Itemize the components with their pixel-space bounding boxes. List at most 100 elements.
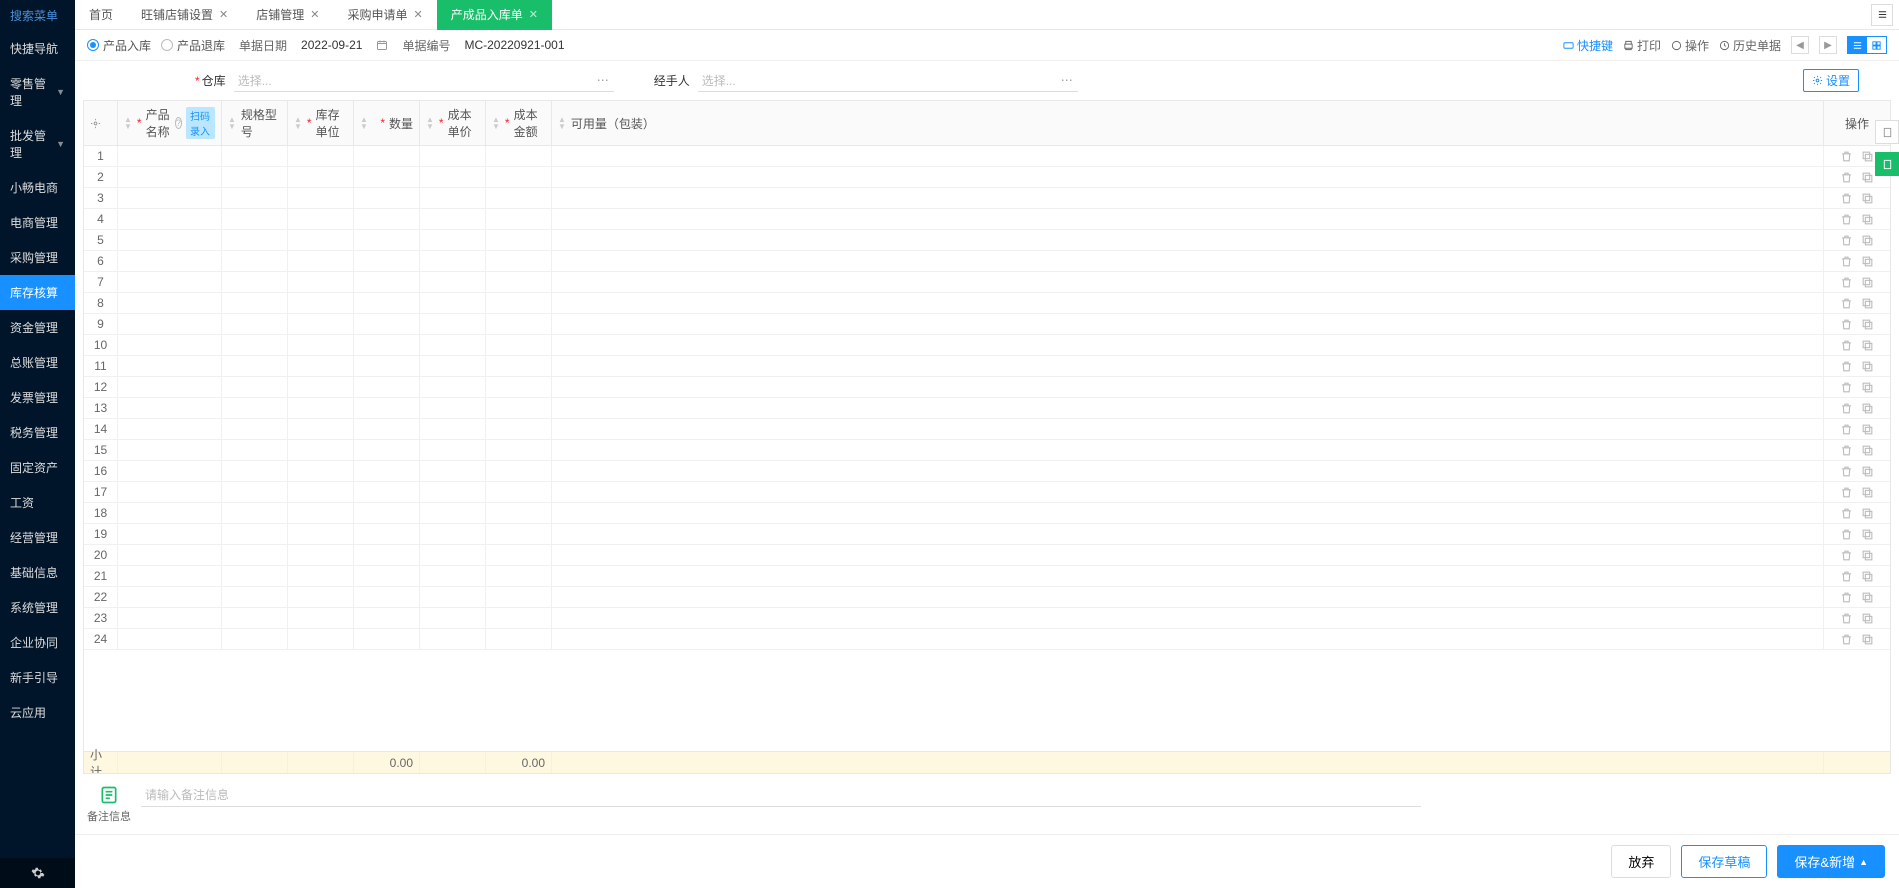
copy-icon[interactable] bbox=[1861, 213, 1874, 226]
table-row[interactable]: 19 bbox=[84, 524, 1890, 545]
sidebar-item-13[interactable]: 经营管理 bbox=[0, 520, 75, 555]
table-row[interactable]: 7 bbox=[84, 272, 1890, 293]
sidebar-item-12[interactable]: 工资 bbox=[0, 485, 75, 520]
col-unit[interactable]: ▲▼*库存单位 bbox=[288, 101, 354, 145]
copy-icon[interactable] bbox=[1861, 360, 1874, 373]
table-row[interactable]: 20 bbox=[84, 545, 1890, 566]
delete-icon[interactable] bbox=[1840, 612, 1853, 625]
col-amount[interactable]: ▲▼*成本金额 bbox=[486, 101, 552, 145]
tab-0[interactable]: 首页 bbox=[75, 0, 127, 30]
delete-icon[interactable] bbox=[1840, 591, 1853, 604]
tabs-collapse-button[interactable] bbox=[1871, 4, 1893, 26]
discard-button[interactable]: 放弃 bbox=[1611, 845, 1671, 878]
history-link[interactable]: 历史单据 bbox=[1719, 37, 1781, 54]
close-icon[interactable]: ✕ bbox=[414, 8, 423, 21]
copy-icon[interactable] bbox=[1861, 192, 1874, 205]
table-row[interactable]: 21 bbox=[84, 566, 1890, 587]
col-qty[interactable]: ▲▼*数量 bbox=[354, 101, 420, 145]
table-row[interactable]: 13 bbox=[84, 398, 1890, 419]
delete-icon[interactable] bbox=[1840, 381, 1853, 394]
col-price[interactable]: ▲▼*成本单价 bbox=[420, 101, 486, 145]
sidebar-item-16[interactable]: 企业协同 bbox=[0, 625, 75, 660]
delete-icon[interactable] bbox=[1840, 423, 1853, 436]
col-spec[interactable]: ▲▼规格型号 bbox=[222, 101, 288, 145]
copy-icon[interactable] bbox=[1861, 591, 1874, 604]
table-row[interactable]: 15 bbox=[84, 440, 1890, 461]
sidebar-item-11[interactable]: 固定资产 bbox=[0, 450, 75, 485]
delete-icon[interactable] bbox=[1840, 150, 1853, 163]
table-row[interactable]: 8 bbox=[84, 293, 1890, 314]
table-row[interactable]: 11 bbox=[84, 356, 1890, 377]
shortcut-link[interactable]: 快捷键 bbox=[1563, 37, 1613, 54]
copy-icon[interactable] bbox=[1861, 486, 1874, 499]
delete-icon[interactable] bbox=[1840, 444, 1853, 457]
sidebar-item-14[interactable]: 基础信息 bbox=[0, 555, 75, 590]
copy-icon[interactable] bbox=[1861, 318, 1874, 331]
table-row[interactable]: 24 bbox=[84, 629, 1890, 650]
copy-icon[interactable] bbox=[1861, 297, 1874, 310]
delete-icon[interactable] bbox=[1840, 339, 1853, 352]
radio-product-out[interactable]: 产品退库 bbox=[161, 37, 225, 54]
delete-icon[interactable] bbox=[1840, 465, 1853, 478]
settings-button[interactable]: 设置 bbox=[1803, 69, 1859, 92]
delete-icon[interactable] bbox=[1840, 570, 1853, 583]
sidebar-item-18[interactable]: 云应用 bbox=[0, 695, 75, 730]
sidebar-item-2[interactable]: 批发管理▼ bbox=[0, 118, 75, 170]
tab-4[interactable]: 产成品入库单✕ bbox=[437, 0, 552, 30]
delete-icon[interactable] bbox=[1840, 402, 1853, 415]
view-list-button[interactable] bbox=[1847, 36, 1867, 54]
operate-link[interactable]: 操作 bbox=[1671, 37, 1709, 54]
radio-product-in[interactable]: 产品入库 bbox=[87, 37, 151, 54]
sidebar-item-15[interactable]: 系统管理 bbox=[0, 590, 75, 625]
tab-3[interactable]: 采购申请单✕ bbox=[333, 0, 436, 30]
help-icon[interactable]: ? bbox=[175, 117, 182, 129]
history-next[interactable]: ▶ bbox=[1819, 36, 1837, 54]
remark-input[interactable] bbox=[141, 784, 1421, 807]
delete-icon[interactable] bbox=[1840, 192, 1853, 205]
delete-icon[interactable] bbox=[1840, 213, 1853, 226]
copy-icon[interactable] bbox=[1861, 570, 1874, 583]
copy-icon[interactable] bbox=[1861, 402, 1874, 415]
sidebar-item-1[interactable]: 零售管理▼ bbox=[0, 66, 75, 118]
sidebar-item-0[interactable]: 快捷导航 bbox=[0, 31, 75, 66]
copy-icon[interactable] bbox=[1861, 633, 1874, 646]
copy-icon[interactable] bbox=[1861, 507, 1874, 520]
sidebar-item-3[interactable]: 小畅电商 bbox=[0, 170, 75, 205]
delete-icon[interactable] bbox=[1840, 528, 1853, 541]
table-row[interactable]: 12 bbox=[84, 377, 1890, 398]
sidebar-search[interactable]: 搜索菜单 bbox=[0, 0, 75, 31]
save-new-button[interactable]: 保存&新增 ▲ bbox=[1777, 845, 1885, 878]
col-avail[interactable]: ▲▼可用量（包装） bbox=[552, 101, 1824, 145]
copy-icon[interactable] bbox=[1861, 381, 1874, 394]
delete-icon[interactable] bbox=[1840, 549, 1853, 562]
copy-icon[interactable] bbox=[1861, 612, 1874, 625]
copy-icon[interactable] bbox=[1861, 234, 1874, 247]
table-row[interactable]: 1 bbox=[84, 146, 1890, 167]
copy-icon[interactable] bbox=[1861, 444, 1874, 457]
table-row[interactable]: 4 bbox=[84, 209, 1890, 230]
sidebar-item-7[interactable]: 资金管理 bbox=[0, 310, 75, 345]
table-row[interactable]: 22 bbox=[84, 587, 1890, 608]
save-draft-button[interactable]: 保存草稿 bbox=[1681, 845, 1767, 878]
sidebar-item-10[interactable]: 税务管理 bbox=[0, 415, 75, 450]
float-help-button[interactable] bbox=[1875, 152, 1899, 176]
date-value[interactable]: 2022-09-21 bbox=[301, 38, 362, 52]
copy-icon[interactable] bbox=[1861, 150, 1874, 163]
scan-badge[interactable]: 扫码录入 bbox=[186, 107, 215, 139]
copy-icon[interactable] bbox=[1861, 339, 1874, 352]
close-icon[interactable]: ✕ bbox=[219, 8, 228, 21]
view-grid-button[interactable] bbox=[1867, 36, 1887, 54]
copy-icon[interactable] bbox=[1861, 465, 1874, 478]
sidebar-item-6[interactable]: 库存核算 bbox=[0, 275, 75, 310]
delete-icon[interactable] bbox=[1840, 297, 1853, 310]
tab-1[interactable]: 旺铺店铺设置✕ bbox=[127, 0, 242, 30]
delete-icon[interactable] bbox=[1840, 360, 1853, 373]
copy-icon[interactable] bbox=[1861, 276, 1874, 289]
table-row[interactable]: 17 bbox=[84, 482, 1890, 503]
delete-icon[interactable] bbox=[1840, 318, 1853, 331]
calendar-icon[interactable] bbox=[376, 39, 388, 51]
copy-icon[interactable] bbox=[1861, 528, 1874, 541]
copy-icon[interactable] bbox=[1861, 549, 1874, 562]
delete-icon[interactable] bbox=[1840, 507, 1853, 520]
table-row[interactable]: 18 bbox=[84, 503, 1890, 524]
